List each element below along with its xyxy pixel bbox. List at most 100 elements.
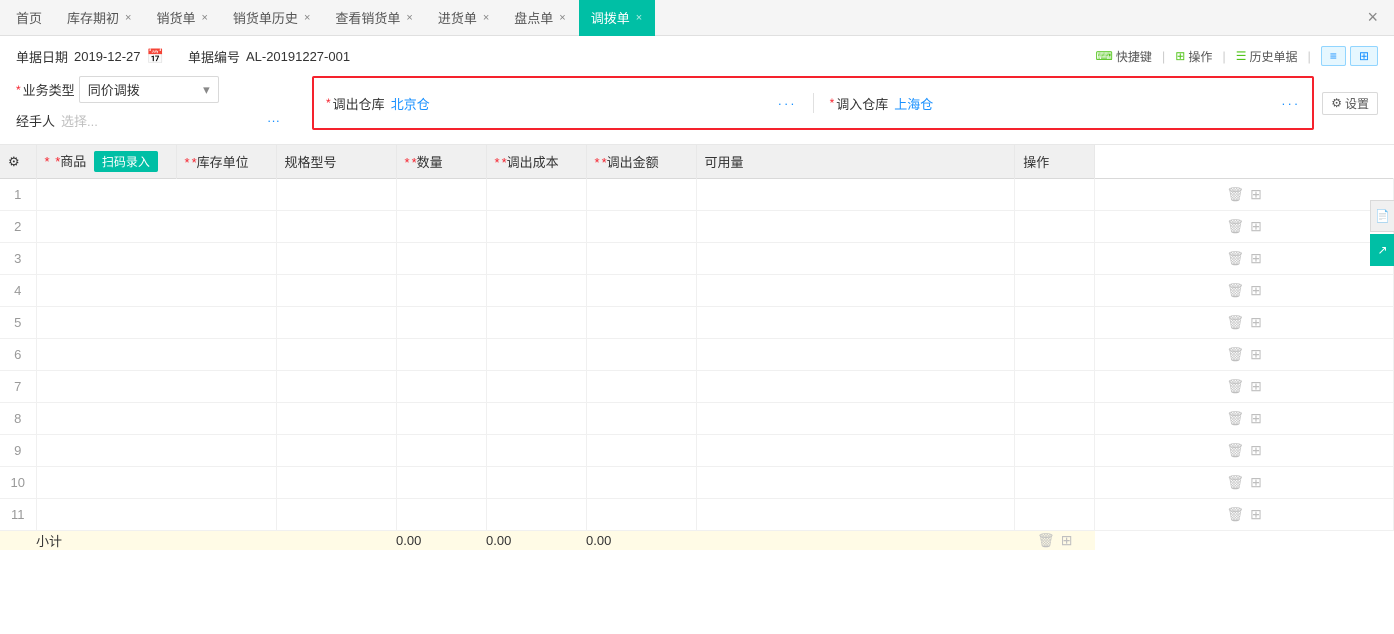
- tab-close-transfer[interactable]: ×: [636, 12, 642, 24]
- row-delete-icon[interactable]: 🗑: [1226, 378, 1244, 395]
- row-unit[interactable]: [276, 467, 396, 499]
- row-available[interactable]: [1015, 275, 1095, 307]
- row-available[interactable]: [1015, 403, 1095, 435]
- row-copy-icon[interactable]: ⊞: [1250, 314, 1262, 331]
- row-product[interactable]: [36, 435, 276, 467]
- window-close-button[interactable]: ×: [1355, 7, 1390, 28]
- row-unit[interactable]: [276, 307, 396, 339]
- row-amount[interactable]: [696, 403, 1015, 435]
- row-available[interactable]: [1015, 371, 1095, 403]
- row-available[interactable]: [1015, 211, 1095, 243]
- row-copy-icon[interactable]: ⊞: [1250, 378, 1262, 395]
- tab-view-sales[interactable]: 查看销货单 ×: [323, 0, 425, 36]
- row-cost[interactable]: [586, 243, 696, 275]
- row-cost[interactable]: [586, 211, 696, 243]
- row-unit[interactable]: [276, 403, 396, 435]
- calendar-icon[interactable]: 📅: [147, 48, 164, 65]
- row-product[interactable]: [36, 211, 276, 243]
- row-spec[interactable]: [396, 307, 486, 339]
- row-delete-icon[interactable]: 🗑: [1226, 282, 1244, 299]
- layout-grid-button[interactable]: ⊞: [1350, 46, 1378, 66]
- tab-close-stocktake[interactable]: ×: [559, 12, 565, 24]
- row-unit[interactable]: [276, 275, 396, 307]
- tab-sales-history[interactable]: 销货单历史 ×: [221, 0, 323, 36]
- row-copy-icon[interactable]: ⊞: [1250, 506, 1262, 523]
- settings-button[interactable]: ⚙ 设置: [1322, 92, 1378, 115]
- row-product[interactable]: [36, 179, 276, 211]
- row-spec[interactable]: [396, 467, 486, 499]
- row-available[interactable]: [1015, 179, 1095, 211]
- row-product[interactable]: [36, 307, 276, 339]
- row-copy-icon[interactable]: ⊞: [1250, 442, 1262, 459]
- row-product[interactable]: [36, 499, 276, 531]
- row-available[interactable]: [1015, 435, 1095, 467]
- row-delete-icon[interactable]: 🗑: [1226, 410, 1244, 427]
- manager-dots[interactable]: ···: [267, 113, 280, 128]
- tab-close-sales-history[interactable]: ×: [304, 12, 310, 24]
- operation-button[interactable]: ⊞ 操作: [1175, 48, 1212, 65]
- row-qty[interactable]: [486, 275, 586, 307]
- row-unit[interactable]: [276, 211, 396, 243]
- manager-input[interactable]: 选择...: [61, 111, 98, 130]
- row-amount[interactable]: [696, 307, 1015, 339]
- row-qty[interactable]: [486, 499, 586, 531]
- scan-button[interactable]: 扫码录入: [94, 151, 158, 172]
- subtotal-copy-icon[interactable]: ⊞: [1061, 532, 1073, 549]
- tab-sales-order[interactable]: 销货单 ×: [144, 0, 220, 36]
- row-amount[interactable]: [696, 371, 1015, 403]
- row-unit[interactable]: [276, 499, 396, 531]
- layout-list-button[interactable]: ≡: [1321, 46, 1346, 66]
- row-delete-icon[interactable]: 🗑: [1226, 186, 1244, 203]
- row-qty[interactable]: [486, 339, 586, 371]
- row-spec[interactable]: [396, 403, 486, 435]
- row-qty[interactable]: [486, 371, 586, 403]
- tab-close-view-sales[interactable]: ×: [406, 12, 412, 24]
- row-qty[interactable]: [486, 179, 586, 211]
- row-cost[interactable]: [586, 371, 696, 403]
- row-qty[interactable]: [486, 403, 586, 435]
- row-unit[interactable]: [276, 243, 396, 275]
- row-cost[interactable]: [586, 403, 696, 435]
- row-cost[interactable]: [586, 339, 696, 371]
- row-spec[interactable]: [396, 499, 486, 531]
- row-spec[interactable]: [396, 435, 486, 467]
- row-copy-icon[interactable]: ⊞: [1250, 474, 1262, 491]
- row-copy-icon[interactable]: ⊞: [1250, 218, 1262, 235]
- row-cost[interactable]: [586, 307, 696, 339]
- row-delete-icon[interactable]: 🗑: [1226, 506, 1244, 523]
- row-spec[interactable]: [396, 339, 486, 371]
- row-cost[interactable]: [586, 435, 696, 467]
- tab-inventory-init[interactable]: 库存期初 ×: [55, 0, 144, 36]
- row-amount[interactable]: [696, 339, 1015, 371]
- history-button[interactable]: ☰ 历史单据: [1236, 48, 1298, 65]
- row-amount[interactable]: [696, 499, 1015, 531]
- tab-stocktake[interactable]: 盘点单 ×: [502, 0, 578, 36]
- row-available[interactable]: [1015, 307, 1095, 339]
- row-amount[interactable]: [696, 179, 1015, 211]
- table-gear-icon[interactable]: ⚙: [8, 154, 20, 169]
- row-delete-icon[interactable]: 🗑: [1226, 474, 1244, 491]
- tab-close-sales-order[interactable]: ×: [201, 12, 207, 24]
- row-qty[interactable]: [486, 211, 586, 243]
- row-spec[interactable]: [396, 179, 486, 211]
- row-cost[interactable]: [586, 499, 696, 531]
- tab-transfer[interactable]: 调拨单 ×: [579, 0, 655, 36]
- subtotal-delete-icon[interactable]: 🗑: [1037, 532, 1055, 549]
- tab-close-purchase[interactable]: ×: [483, 12, 489, 24]
- biz-type-select[interactable]: 同价调拨 ▾: [79, 76, 219, 103]
- tab-home[interactable]: 首页: [4, 0, 55, 36]
- row-unit[interactable]: [276, 179, 396, 211]
- row-delete-icon[interactable]: 🗑: [1226, 346, 1244, 363]
- row-product[interactable]: [36, 275, 276, 307]
- row-available[interactable]: [1015, 243, 1095, 275]
- warehouse-out-dots[interactable]: ···: [778, 96, 797, 111]
- row-amount[interactable]: [696, 435, 1015, 467]
- row-amount[interactable]: [696, 275, 1015, 307]
- row-delete-icon[interactable]: 🗑: [1226, 442, 1244, 459]
- row-available[interactable]: [1015, 499, 1095, 531]
- row-unit[interactable]: [276, 339, 396, 371]
- row-amount[interactable]: [696, 243, 1015, 275]
- float-doc-button[interactable]: 📄: [1370, 200, 1394, 232]
- row-delete-icon[interactable]: 🗑: [1226, 218, 1244, 235]
- row-product[interactable]: [36, 243, 276, 275]
